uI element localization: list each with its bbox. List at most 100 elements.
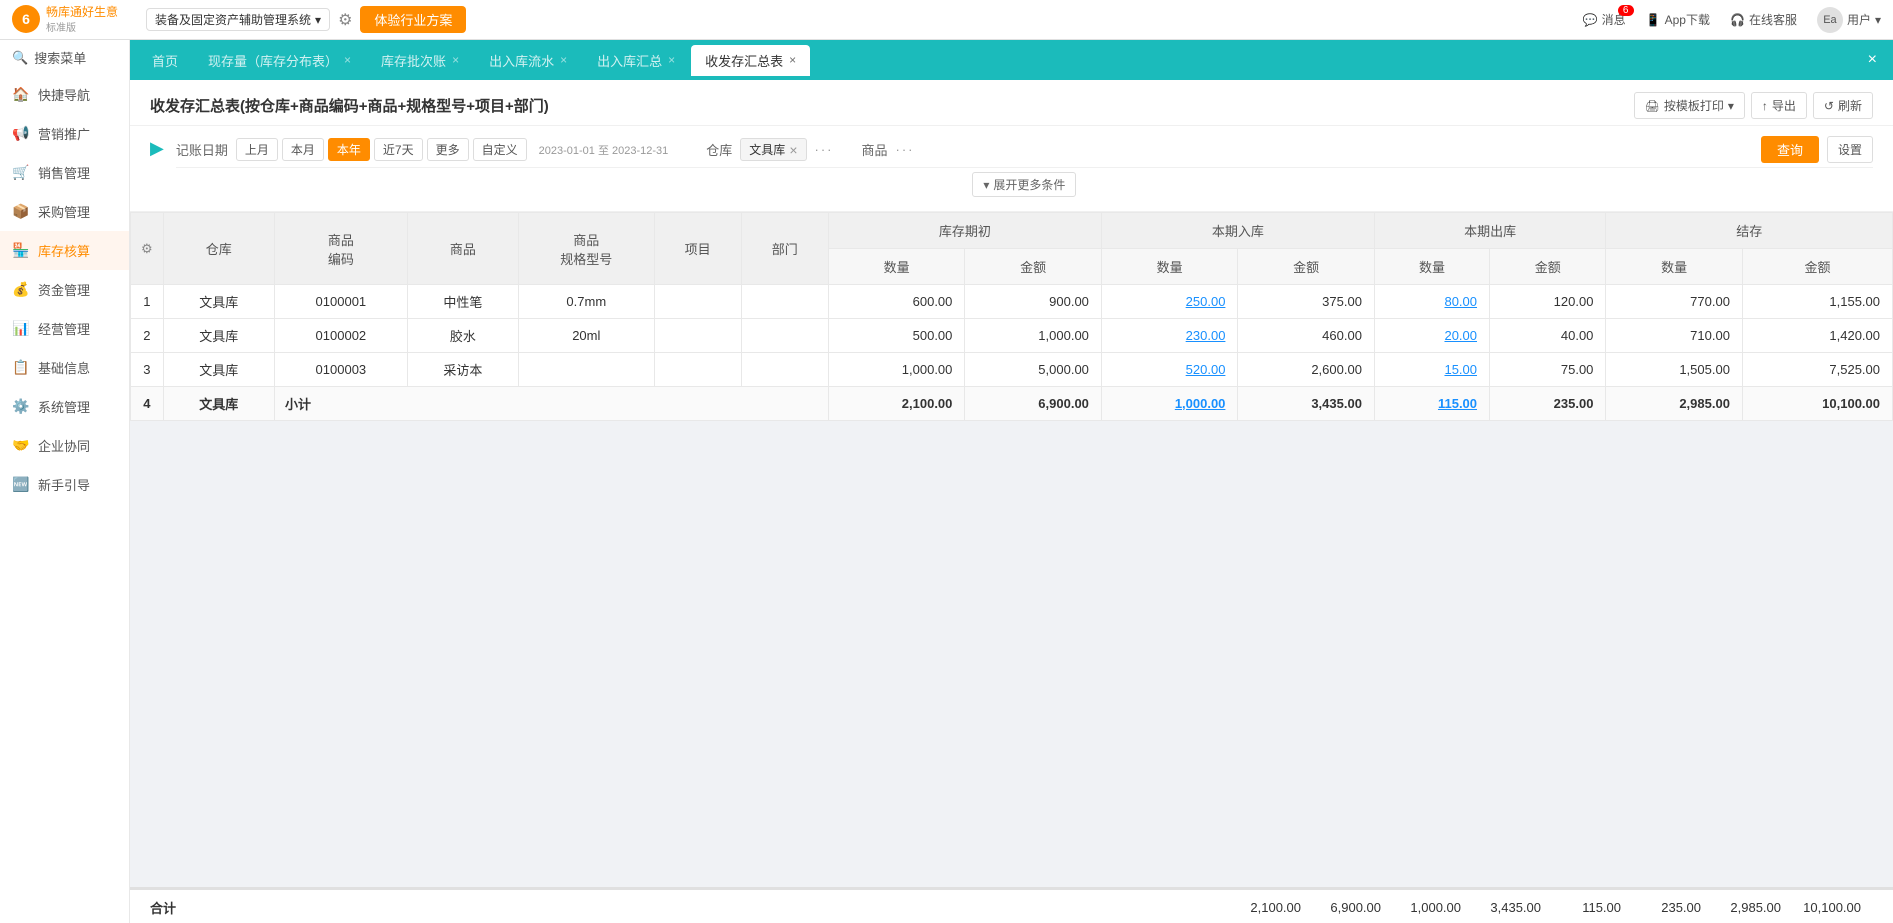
subtotal-label: 小计 [274, 387, 828, 421]
date-btn-custom[interactable]: 自定义 [473, 138, 527, 161]
subtotal-seq: 4 [131, 387, 164, 421]
sidebar-item-inventory[interactable]: 🏪 库存核算 [0, 231, 129, 270]
sales-icon: 🛒 [12, 164, 30, 182]
table-gear-icon[interactable]: ⚙ [141, 241, 153, 256]
subtotal-in-qty[interactable]: 1,000.00 [1101, 387, 1238, 421]
tab-close-icon[interactable]: × [789, 53, 796, 67]
logo-icon: 6 [12, 5, 40, 33]
sidebar-item-marketing[interactable]: 📢 营销推广 [0, 114, 129, 153]
data-table: ⚙ 仓库 商品编码 商品 商品规格型号 项目 部门 库存期初 本期入库 [130, 212, 1893, 421]
settings-button[interactable]: 设置 [1827, 136, 1873, 163]
warehouse-dots[interactable]: ··· [815, 142, 834, 157]
row2-goods-name: 胶水 [407, 319, 518, 353]
system-selector[interactable]: 装备及固定资产辅助管理系统 ▾ [146, 8, 330, 31]
sidebar-item-operation[interactable]: 📊 经营管理 [0, 309, 129, 348]
subtotal-out-qty[interactable]: 115.00 [1374, 387, 1489, 421]
tab-close-icon[interactable]: × [344, 53, 351, 67]
trial-button[interactable]: 体验行业方案 [360, 6, 466, 33]
export-button[interactable]: ↑ 导出 [1751, 92, 1807, 119]
query-button[interactable]: 查询 [1761, 136, 1819, 163]
row1-opening-qty: 600.00 [828, 285, 965, 319]
filter-toggle-arrow[interactable]: ▶ [150, 138, 164, 159]
sidebar-item-sales[interactable]: 🛒 销售管理 [0, 153, 129, 192]
expand-button[interactable]: ▾ 展开更多条件 [972, 172, 1076, 197]
row3-opening-qty: 1,000.00 [828, 353, 965, 387]
row2-project [654, 319, 741, 353]
row2-out-qty[interactable]: 20.00 [1374, 319, 1489, 353]
row2-in-qty[interactable]: 230.00 [1101, 319, 1238, 353]
page-close-button[interactable]: × [1860, 51, 1885, 69]
warehouse-tag-close[interactable]: × [789, 142, 797, 158]
row2-in-amt: 460.00 [1238, 319, 1375, 353]
message-button[interactable]: 💬 消息 6 [1583, 11, 1626, 28]
tab-home[interactable]: 首页 [138, 45, 192, 76]
tab-close-icon[interactable]: × [668, 53, 675, 67]
system-icon: ⚙️ [12, 398, 30, 416]
tab-close-icon[interactable]: × [452, 53, 459, 67]
tab-inout-summary[interactable]: 出入库汇总 × [583, 45, 689, 76]
tab-close-icon[interactable]: × [560, 53, 567, 67]
row3-project [654, 353, 741, 387]
row2-goods-spec: 20ml [519, 319, 654, 353]
date-btn-this-year[interactable]: 本年 [328, 138, 370, 161]
row3-out-amt: 75.00 [1490, 353, 1606, 387]
sidebar-item-purchase[interactable]: 📦 采购管理 [0, 192, 129, 231]
print-button[interactable]: 🖨 按模板打印 ▾ [1634, 92, 1745, 119]
col-settings-header[interactable]: ⚙ [131, 213, 164, 285]
date-btn-7days[interactable]: 近7天 [374, 138, 423, 161]
date-btn-this-month[interactable]: 本月 [282, 138, 324, 161]
user-button[interactable]: Ea 用户 ▾ [1817, 7, 1881, 33]
page-content: 收发存汇总表(按仓库+商品编码+商品+规格型号+项目+部门) 🖨 按模板打印 ▾… [130, 80, 1893, 887]
inventory-icon: 🏪 [12, 242, 30, 260]
top-bar: 6 畅库通好生意 标准版 装备及固定资产辅助管理系统 ▾ ⚙ 体验行业方案 💬 … [0, 0, 1893, 40]
sidebar-item-system[interactable]: ⚙️ 系统管理 [0, 387, 129, 426]
col-out-amt-header: 金额 [1490, 249, 1606, 285]
sidebar-item-collab[interactable]: 🤝 企业协同 [0, 426, 129, 465]
search-menu-item[interactable]: 🔍 搜索菜单 [0, 40, 129, 75]
date-btn-last-month[interactable]: 上月 [236, 138, 278, 161]
date-btn-more[interactable]: 更多 [427, 138, 469, 161]
logo-sub: 标准版 [46, 19, 118, 34]
sidebar-item-quicknav[interactable]: 🏠 快捷导航 [0, 75, 129, 114]
tab-inout-flow[interactable]: 出入库流水 × [475, 45, 581, 76]
online-service-button[interactable]: 🎧 在线客服 [1730, 11, 1797, 28]
subtotal-row: 4 文具库 小计 2,100.00 6,900.00 1,000.00 3,43… [131, 387, 1893, 421]
search-icon: 🔍 [12, 50, 28, 66]
goods-label: 商品 [862, 140, 888, 159]
row3-in-qty[interactable]: 520.00 [1101, 353, 1238, 387]
tab-recv-send[interactable]: 收发存汇总表 × [691, 45, 810, 76]
row3-goods-code: 0100003 [274, 353, 407, 387]
col-bal-group-header: 结存 [1606, 213, 1893, 249]
tab-batch[interactable]: 库存批次账 × [367, 45, 473, 76]
refresh-icon: ↺ [1824, 99, 1834, 113]
tab-inventory-dist[interactable]: 现存量（库存分布表） × [194, 45, 365, 76]
row1-in-qty[interactable]: 250.00 [1101, 285, 1238, 319]
row1-in-amt: 375.00 [1238, 285, 1375, 319]
system-name: 装备及固定资产辅助管理系统 [155, 11, 311, 28]
row1-out-qty[interactable]: 80.00 [1374, 285, 1489, 319]
operation-icon: 📊 [12, 320, 30, 338]
goods-dots[interactable]: ··· [896, 142, 915, 157]
date-range: 2023-01-01 至 2023-12-31 [539, 142, 669, 158]
app-download-button[interactable]: 📱 App下载 [1646, 11, 1710, 28]
row1-bal-amt: 1,155.00 [1742, 285, 1892, 319]
col-bal-amt-header: 金额 [1742, 249, 1892, 285]
col-out-group-header: 本期出库 [1374, 213, 1605, 249]
refresh-button[interactable]: ↺ 刷新 [1813, 92, 1873, 119]
sidebar-item-basic[interactable]: 📋 基础信息 [0, 348, 129, 387]
page-inner: 收发存汇总表(按仓库+商品编码+商品+规格型号+项目+部门) 🖨 按模板打印 ▾… [130, 80, 1893, 421]
chevron-down-icon: ▾ [315, 13, 321, 27]
row2-seq: 2 [131, 319, 164, 353]
row1-warehouse: 文具库 [163, 285, 274, 319]
marketing-icon: 📢 [12, 125, 30, 143]
subtotal-warehouse: 文具库 [163, 387, 274, 421]
col-project-header: 项目 [654, 213, 741, 285]
row3-out-qty[interactable]: 15.00 [1374, 353, 1489, 387]
total-out-amt: 235.00 [1633, 900, 1713, 915]
sidebar-item-guide[interactable]: 🆕 新手引导 [0, 465, 129, 504]
gear-settings-icon[interactable]: ⚙ [338, 10, 352, 30]
subtotal-opening-amt: 6,900.00 [965, 387, 1102, 421]
total-label: 合计 [150, 898, 176, 917]
purchase-icon: 📦 [12, 203, 30, 221]
sidebar-item-finance[interactable]: 💰 资金管理 [0, 270, 129, 309]
